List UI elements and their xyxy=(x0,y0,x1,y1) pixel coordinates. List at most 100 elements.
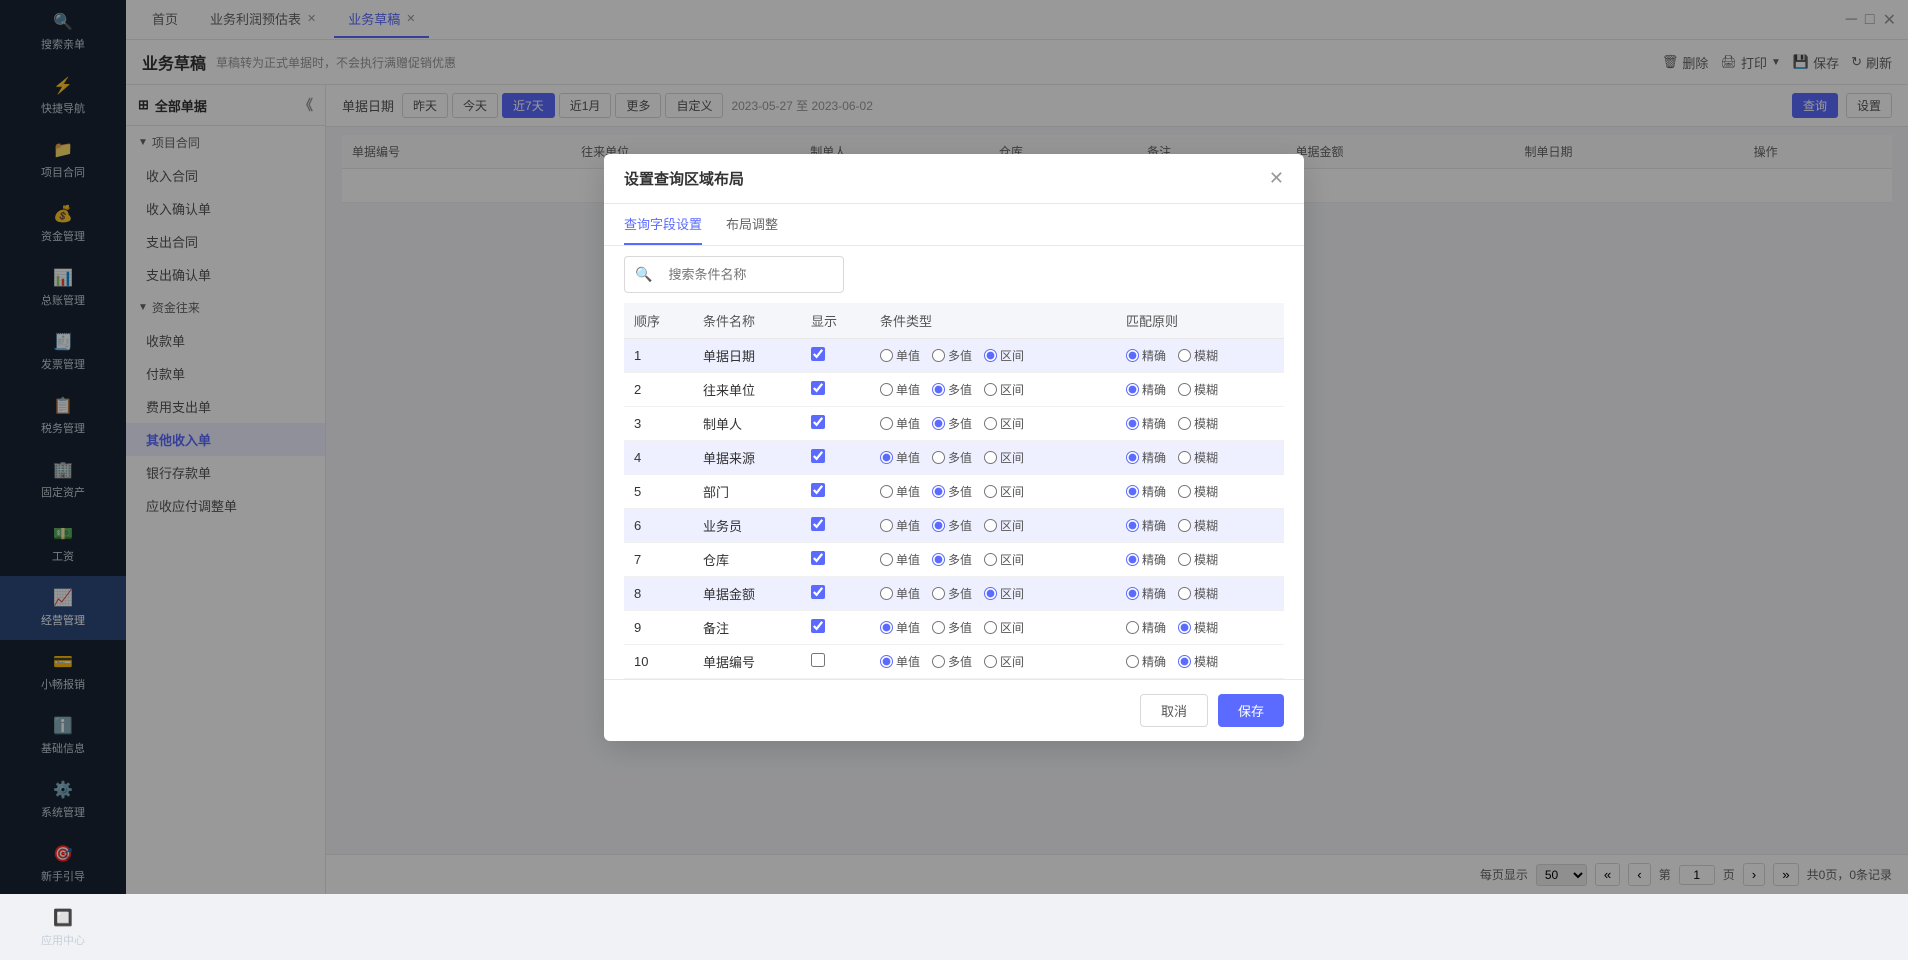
radio-single-7[interactable] xyxy=(880,587,893,600)
radio-multi-9[interactable] xyxy=(932,655,945,668)
show-checkbox-0[interactable] xyxy=(811,347,825,361)
radio-multi-8[interactable] xyxy=(932,621,945,634)
type-range-7[interactable]: 区间 xyxy=(984,585,1024,602)
radio-exact-5[interactable] xyxy=(1126,519,1139,532)
radio-multi-4[interactable] xyxy=(932,485,945,498)
radio-multi-3[interactable] xyxy=(932,451,945,464)
radio-range-7[interactable] xyxy=(984,587,997,600)
radio-range-5[interactable] xyxy=(984,519,997,532)
radio-single-4[interactable] xyxy=(880,485,893,498)
type-multi-9[interactable]: 多值 xyxy=(932,653,972,670)
show-checkbox-2[interactable] xyxy=(811,415,825,429)
type-range-8[interactable]: 区间 xyxy=(984,619,1024,636)
match-fuzzy-8[interactable]: 模糊 xyxy=(1178,619,1218,636)
type-range-2[interactable]: 区间 xyxy=(984,415,1024,432)
match-exact-7[interactable]: 精确 xyxy=(1126,585,1166,602)
match-exact-1[interactable]: 精确 xyxy=(1126,381,1166,398)
radio-fuzzy-2[interactable] xyxy=(1178,417,1191,430)
type-multi-6[interactable]: 多值 xyxy=(932,551,972,568)
match-exact-2[interactable]: 精确 xyxy=(1126,415,1166,432)
match-fuzzy-9[interactable]: 模糊 xyxy=(1178,653,1218,670)
show-checkbox-label-7[interactable] xyxy=(811,587,825,602)
radio-multi-7[interactable] xyxy=(932,587,945,600)
radio-exact-1[interactable] xyxy=(1126,383,1139,396)
radio-exact-8[interactable] xyxy=(1126,621,1139,634)
match-fuzzy-0[interactable]: 模糊 xyxy=(1178,347,1218,364)
radio-exact-3[interactable] xyxy=(1126,451,1139,464)
radio-exact-9[interactable] xyxy=(1126,655,1139,668)
show-checkbox-label-4[interactable] xyxy=(811,485,825,500)
radio-multi-2[interactable] xyxy=(932,417,945,430)
show-checkbox-5[interactable] xyxy=(811,517,825,531)
type-range-0[interactable]: 区间 xyxy=(984,347,1024,364)
radio-single-0[interactable] xyxy=(880,349,893,362)
type-single-7[interactable]: 单值 xyxy=(880,585,920,602)
show-checkbox-1[interactable] xyxy=(811,381,825,395)
radio-range-8[interactable] xyxy=(984,621,997,634)
radio-range-1[interactable] xyxy=(984,383,997,396)
radio-single-3[interactable] xyxy=(880,451,893,464)
show-checkbox-label-9[interactable] xyxy=(811,655,825,670)
match-fuzzy-2[interactable]: 模糊 xyxy=(1178,415,1218,432)
type-multi-5[interactable]: 多值 xyxy=(932,517,972,534)
modal-tab-field[interactable]: 查询字段设置 xyxy=(624,204,702,245)
type-single-1[interactable]: 单值 xyxy=(880,381,920,398)
search-input[interactable] xyxy=(658,262,828,287)
type-range-1[interactable]: 区间 xyxy=(984,381,1024,398)
show-checkbox-label-5[interactable] xyxy=(811,519,825,534)
match-exact-6[interactable]: 精确 xyxy=(1126,551,1166,568)
show-checkbox-7[interactable] xyxy=(811,585,825,599)
type-single-5[interactable]: 单值 xyxy=(880,517,920,534)
show-checkbox-8[interactable] xyxy=(811,619,825,633)
modal-tab-layout[interactable]: 布局调整 xyxy=(726,204,778,245)
show-checkbox-4[interactable] xyxy=(811,483,825,497)
match-exact-3[interactable]: 精确 xyxy=(1126,449,1166,466)
radio-fuzzy-4[interactable] xyxy=(1178,485,1191,498)
type-range-5[interactable]: 区间 xyxy=(984,517,1024,534)
sidebar-item-appstore[interactable]: 🔲应用中心 xyxy=(0,896,126,960)
show-checkbox-label-6[interactable] xyxy=(811,553,825,568)
show-checkbox-label-1[interactable] xyxy=(811,383,825,398)
type-single-3[interactable]: 单值 xyxy=(880,449,920,466)
type-multi-8[interactable]: 多值 xyxy=(932,619,972,636)
type-multi-4[interactable]: 多值 xyxy=(932,483,972,500)
match-exact-4[interactable]: 精确 xyxy=(1126,483,1166,500)
radio-range-6[interactable] xyxy=(984,553,997,566)
radio-range-2[interactable] xyxy=(984,417,997,430)
cancel-button[interactable]: 取消 xyxy=(1140,694,1208,727)
radio-multi-0[interactable] xyxy=(932,349,945,362)
match-fuzzy-6[interactable]: 模糊 xyxy=(1178,551,1218,568)
radio-exact-6[interactable] xyxy=(1126,553,1139,566)
show-checkbox-label-3[interactable] xyxy=(811,451,825,466)
type-multi-7[interactable]: 多值 xyxy=(932,585,972,602)
type-multi-2[interactable]: 多值 xyxy=(932,415,972,432)
match-fuzzy-3[interactable]: 模糊 xyxy=(1178,449,1218,466)
radio-range-3[interactable] xyxy=(984,451,997,464)
radio-multi-6[interactable] xyxy=(932,553,945,566)
type-range-4[interactable]: 区间 xyxy=(984,483,1024,500)
radio-fuzzy-5[interactable] xyxy=(1178,519,1191,532)
radio-exact-4[interactable] xyxy=(1126,485,1139,498)
match-fuzzy-5[interactable]: 模糊 xyxy=(1178,517,1218,534)
type-single-8[interactable]: 单值 xyxy=(880,619,920,636)
radio-fuzzy-1[interactable] xyxy=(1178,383,1191,396)
match-exact-0[interactable]: 精确 xyxy=(1126,347,1166,364)
radio-single-5[interactable] xyxy=(880,519,893,532)
type-multi-1[interactable]: 多值 xyxy=(932,381,972,398)
radio-range-0[interactable] xyxy=(984,349,997,362)
radio-exact-2[interactable] xyxy=(1126,417,1139,430)
radio-range-9[interactable] xyxy=(984,655,997,668)
save-button[interactable]: 保存 xyxy=(1218,694,1284,727)
radio-fuzzy-3[interactable] xyxy=(1178,451,1191,464)
type-single-9[interactable]: 单值 xyxy=(880,653,920,670)
radio-exact-7[interactable] xyxy=(1126,587,1139,600)
show-checkbox-label-2[interactable] xyxy=(811,417,825,432)
match-fuzzy-7[interactable]: 模糊 xyxy=(1178,585,1218,602)
match-exact-5[interactable]: 精确 xyxy=(1126,517,1166,534)
radio-single-2[interactable] xyxy=(880,417,893,430)
match-exact-9[interactable]: 精确 xyxy=(1126,653,1166,670)
modal-close-icon[interactable]: ✕ xyxy=(1269,168,1284,189)
match-fuzzy-1[interactable]: 模糊 xyxy=(1178,381,1218,398)
radio-fuzzy-6[interactable] xyxy=(1178,553,1191,566)
radio-single-6[interactable] xyxy=(880,553,893,566)
